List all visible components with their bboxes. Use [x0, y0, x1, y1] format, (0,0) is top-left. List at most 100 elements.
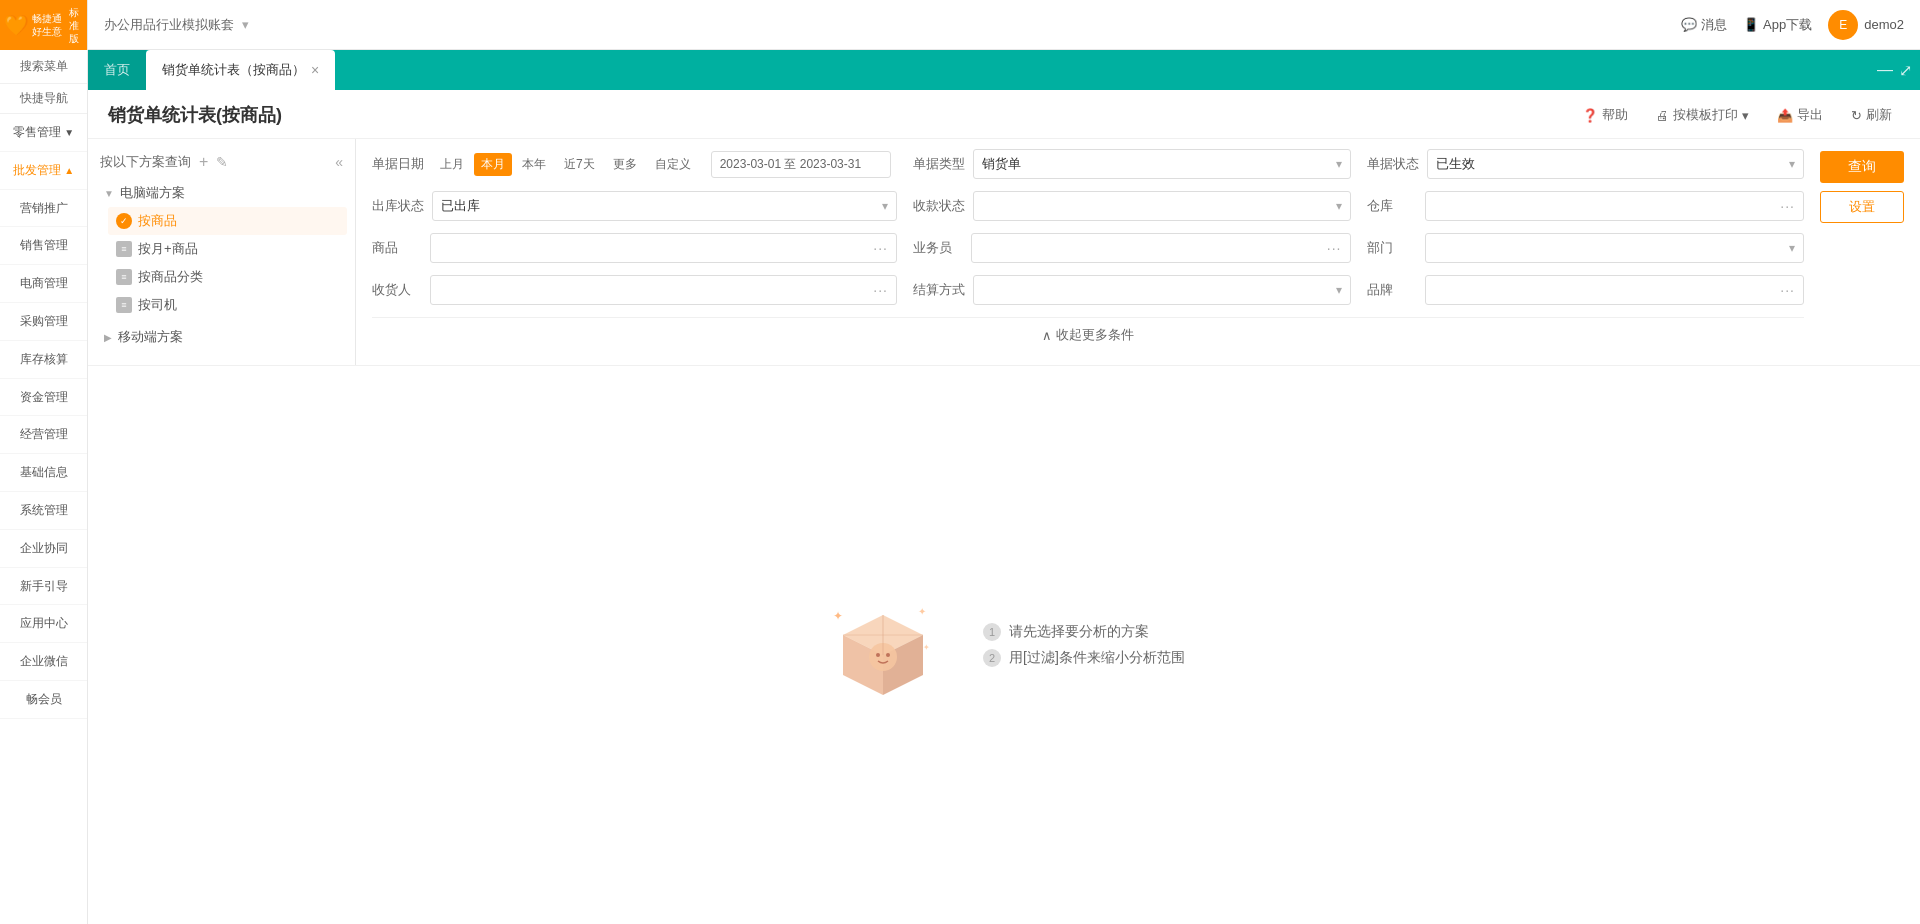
empty-illustration: ✦ ✦ ✦ — [823, 585, 943, 705]
settlement-select[interactable]: ▾ — [973, 275, 1351, 305]
sidebar-item-appcenter[interactable]: 应用中心 — [0, 605, 87, 643]
salesperson-dots-icon: ··· — [1327, 240, 1342, 256]
help-button[interactable]: ❓ 帮助 — [1574, 102, 1636, 128]
sidebar-item-member[interactable]: 畅会员 — [0, 681, 87, 719]
app-download-button[interactable]: 📱 App下载 — [1743, 16, 1812, 34]
user-profile-button[interactable]: E demo2 — [1828, 10, 1904, 40]
export-icon: 📤 — [1777, 108, 1793, 123]
salesperson-input[interactable]: ··· — [971, 233, 1351, 263]
sidebar-item-newuser[interactable]: 新手引导 — [0, 568, 87, 606]
doc-status-field: 单据状态 已生效 ▾ — [1367, 149, 1805, 179]
doc-status-select[interactable]: 已生效 ▾ — [1427, 149, 1805, 179]
date-tab-custom[interactable]: 自定义 — [647, 152, 699, 177]
top-header: 办公用品行业模拟账套 ▾ 💬 消息 📱 App下载 E demo2 — [88, 0, 1920, 50]
print-button[interactable]: 🖨 按模板打印 ▾ — [1648, 102, 1757, 128]
settings-button[interactable]: 设置 — [1820, 191, 1904, 223]
sidebar-item-wholesale[interactable]: 批发管理 ▲ — [0, 152, 87, 190]
sidebar-item-finance[interactable]: 资金管理 — [0, 379, 87, 417]
sidebar-item-retail[interactable]: 零售管理 ▼ — [0, 114, 87, 152]
sidebar-item-sales[interactable]: 销售管理 — [0, 227, 87, 265]
scheme-item-by-goods[interactable]: ✓ 按商品 — [108, 207, 347, 235]
search-menu-item[interactable]: 搜索菜单 — [0, 50, 87, 84]
tab-sales-stats[interactable]: 销货单统计表（按商品） × — [146, 50, 335, 90]
doc-type-dropdown-icon: ▾ — [1336, 157, 1342, 171]
messages-button[interactable]: 💬 消息 — [1681, 16, 1727, 34]
pc-scheme-group-header[interactable]: ▼ 电脑端方案 — [96, 179, 347, 207]
mobile-scheme-group-header[interactable]: ▶ 移动端方案 — [96, 323, 347, 351]
recipient-input[interactable]: ··· — [430, 275, 897, 305]
expand-tab-icon[interactable]: ⤢ — [1899, 61, 1912, 80]
filter-collapse-area: ∧ 收起更多条件 — [372, 317, 1804, 356]
scheme-active-icon: ✓ — [116, 213, 132, 229]
collection-select[interactable]: ▾ — [973, 191, 1351, 221]
department-dropdown-icon: ▾ — [1789, 241, 1795, 255]
collapse-filter-button[interactable]: ∧ 收起更多条件 — [1042, 326, 1134, 344]
print-dropdown-icon: ▾ — [1742, 108, 1749, 123]
hint-2-badge: 2 — [983, 649, 1001, 667]
scheme-month-goods-icon: ≡ — [116, 241, 132, 257]
sidebar-item-operations[interactable]: 经营管理 — [0, 416, 87, 454]
sidebar-item-purchase[interactable]: 采购管理 — [0, 303, 87, 341]
date-tab-this-month[interactable]: 本月 — [474, 153, 512, 176]
brand-label: 品牌 — [1367, 281, 1417, 299]
tab-home[interactable]: 首页 — [88, 50, 146, 90]
svg-point-5 — [886, 653, 890, 657]
out-status-select[interactable]: 已出库 ▾ — [432, 191, 897, 221]
sidebar-item-system[interactable]: 系统管理 — [0, 492, 87, 530]
close-tab-icon[interactable]: × — [311, 62, 319, 78]
sidebar-item-basic-info[interactable]: 基础信息 — [0, 454, 87, 492]
sidebar-item-enterprise[interactable]: 企业协同 — [0, 530, 87, 568]
date-tab-last-month[interactable]: 上月 — [432, 152, 472, 177]
brand-dots-icon: ··· — [1780, 282, 1795, 298]
scheme-item-goods-category[interactable]: ≡ 按商品分类 — [108, 263, 347, 291]
department-field: 部门 ▾ — [1367, 233, 1805, 263]
minimize-tab-icon[interactable]: — — [1877, 61, 1893, 79]
warehouse-dots-icon: ··· — [1780, 198, 1795, 214]
date-field: 单据日期 上月 本月 本年 近7天 更多 自定义 — [372, 151, 897, 178]
sidebar-item-ecommerce[interactable]: 电商管理 — [0, 265, 87, 303]
scheme-panel: 按以下方案查询 + ✎ « ▼ 电脑端方案 — [88, 139, 356, 365]
add-scheme-icon[interactable]: + — [199, 153, 208, 171]
date-tab-this-year[interactable]: 本年 — [514, 152, 554, 177]
doc-type-field: 单据类型 销货单 ▾ — [913, 149, 1351, 179]
scheme-item-month-goods[interactable]: ≡ 按月+商品 — [108, 235, 347, 263]
date-range-input[interactable]: 2023-03-01 至 2023-03-31 — [711, 151, 891, 178]
wholesale-arrow-icon: ▲ — [64, 164, 74, 178]
empty-state-area: ✦ ✦ ✦ 1 请先选择要分析的方案 2 用[过滤]条件来缩小分析范围 — [88, 366, 1920, 924]
warehouse-input[interactable]: ··· — [1425, 191, 1805, 221]
quick-nav-item[interactable]: 快捷导航 — [0, 84, 87, 114]
recipient-field: 收货人 ··· — [372, 275, 897, 305]
refresh-button[interactable]: ↻ 刷新 — [1843, 102, 1900, 128]
department-select[interactable]: ▾ — [1425, 233, 1805, 263]
page-content: 销货单统计表(按商品) ❓ 帮助 🖨 按模板打印 ▾ 📤 导出 ↻ 刷新 — [88, 90, 1920, 924]
goods-input[interactable]: ··· — [430, 233, 897, 263]
tab-bar: 首页 销货单统计表（按商品） × — ⤢ — [88, 50, 1920, 90]
sidebar-item-inventory[interactable]: 库存核算 — [0, 341, 87, 379]
settlement-label: 结算方式 — [913, 281, 965, 299]
export-button[interactable]: 📤 导出 — [1769, 102, 1831, 128]
sidebar-logo: 🧡 畅捷通好生意 标准版 — [0, 0, 87, 50]
date-tab-7days[interactable]: 近7天 — [556, 152, 603, 177]
doc-type-select[interactable]: 销货单 ▾ — [973, 149, 1351, 179]
svg-point-4 — [876, 653, 880, 657]
collection-field: 收款状态 ▾ — [913, 191, 1351, 221]
date-tab-more[interactable]: 更多 — [605, 152, 645, 177]
tab-bar-actions: — ⤢ — [1877, 61, 1920, 80]
date-tabs: 上月 本月 本年 近7天 更多 自定义 — [432, 152, 699, 177]
page-header-actions: ❓ 帮助 🖨 按模板打印 ▾ 📤 导出 ↻ 刷新 — [1574, 102, 1900, 128]
sidebar-item-wechat[interactable]: 企业微信 — [0, 643, 87, 681]
collection-label: 收款状态 — [913, 197, 965, 215]
goods-label: 商品 — [372, 239, 422, 257]
download-icon: 📱 — [1743, 17, 1759, 32]
collapse-scheme-icon[interactable]: « — [335, 154, 343, 170]
scheme-item-driver[interactable]: ≡ 按司机 — [108, 291, 347, 319]
empty-hint-1: 1 请先选择要分析的方案 — [983, 623, 1185, 641]
sidebar-item-marketing[interactable]: 营销推广 — [0, 190, 87, 228]
industry-dropdown-icon[interactable]: ▾ — [242, 17, 249, 32]
edit-scheme-icon[interactable]: ✎ — [216, 154, 228, 170]
warehouse-label: 仓库 — [1367, 197, 1417, 215]
brand-input[interactable]: ··· — [1425, 275, 1805, 305]
query-button[interactable]: 查询 — [1820, 151, 1904, 183]
recipient-label: 收货人 — [372, 281, 422, 299]
sidebar: 🧡 畅捷通好生意 标准版 搜索菜单 快捷导航 零售管理 ▼ 批发管理 ▲ 营销推… — [0, 0, 88, 924]
